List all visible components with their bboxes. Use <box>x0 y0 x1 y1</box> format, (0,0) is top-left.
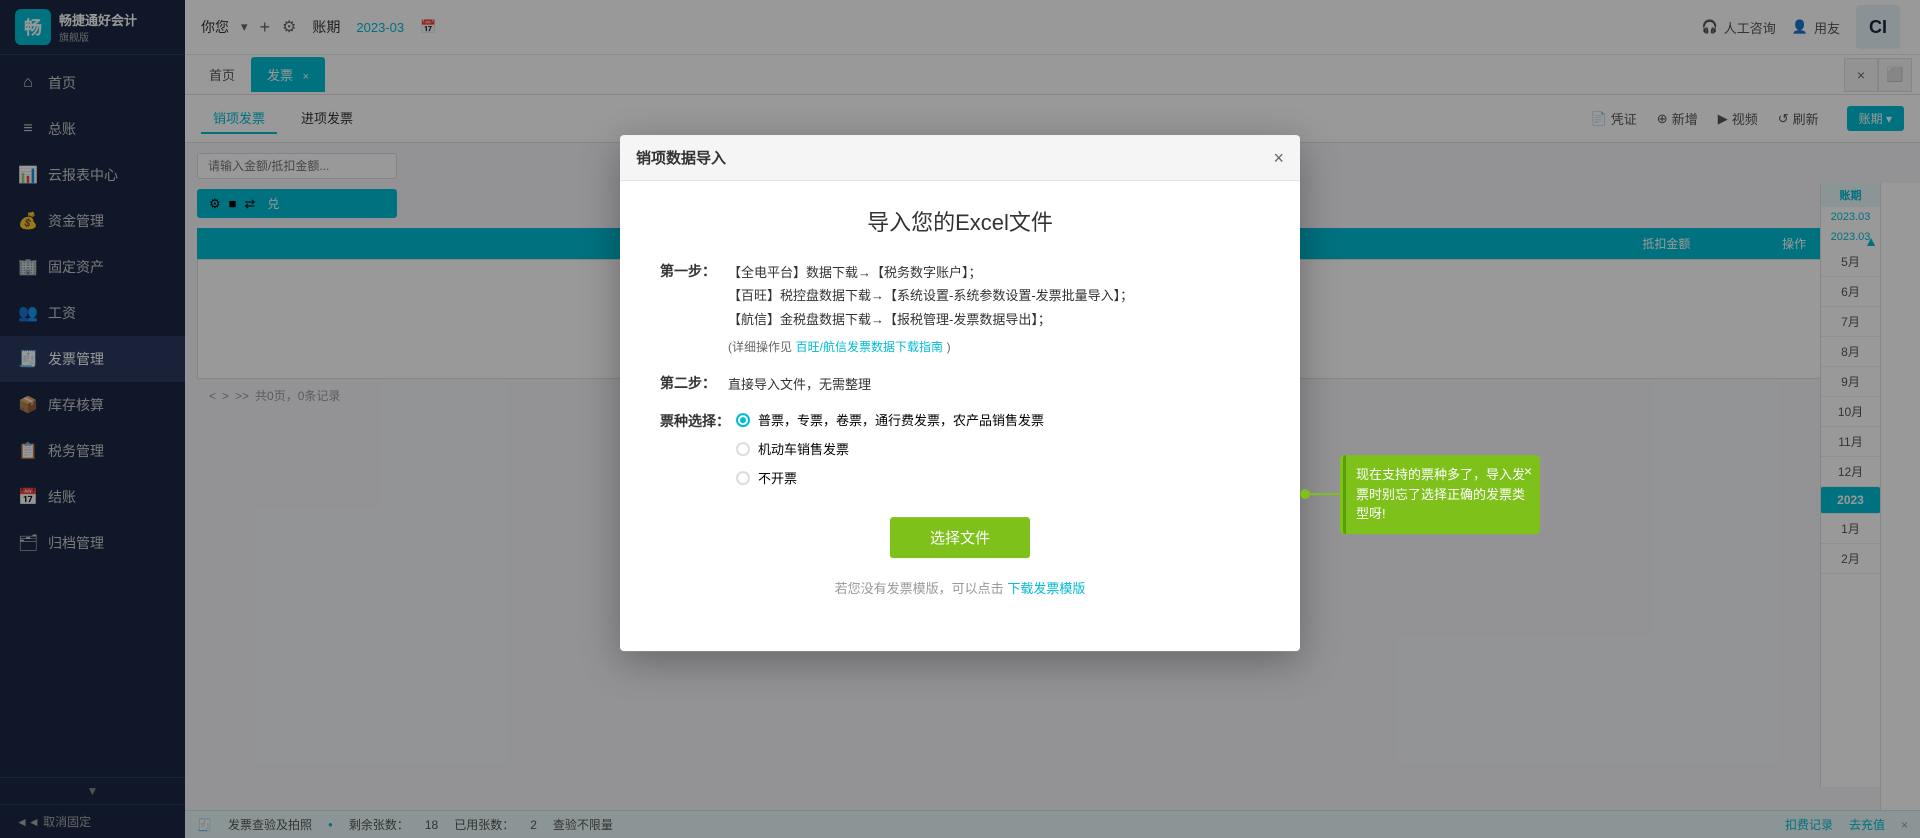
radio-3[interactable] <box>736 471 750 485</box>
radio-label-1: 普票，专票，卷票，通行费发票，农产品销售发票 <box>758 410 1044 429</box>
radio-row-3[interactable]: 不开票 <box>736 468 1044 487</box>
dialog-main-title: 导入您的Excel文件 <box>660 205 1260 237</box>
ticket-select: 票种选择： 普票，专票，卷票，通行费发票，农产品销售发票 机动车销售发票 不开票 <box>660 410 1260 497</box>
dialog-close-btn[interactable]: × <box>1273 149 1284 167</box>
step1-note-before: (详细操作见 <box>728 340 792 354</box>
radio-2[interactable] <box>736 442 750 456</box>
step1-line3: 【航信】金税盘数据下载→【报税管理-发票数据导出】； <box>728 308 1133 331</box>
step1-note: (详细操作见 百旺/航信发票数据下载指南 ) <box>728 335 1133 359</box>
step1-label: 第一步： <box>660 261 716 359</box>
download-template-link[interactable]: 下载发票模版 <box>1007 581 1085 596</box>
dialog-title: 销项数据导入 <box>636 147 726 168</box>
step2-content: 直接导入文件，无需整理 <box>728 373 871 396</box>
download-note: 若您没有发票模版，可以点击 下载发票模版 <box>660 578 1260 597</box>
dialog-body: 导入您的Excel文件 第一步： 【全电平台】数据下载→【税务数字账户】； 【百… <box>620 181 1300 621</box>
ticket-label: 票种选择： <box>660 410 730 431</box>
tooltip-bubble: × 现在支持的票种多了，导入发票时别忘了选择正确的发票类型呀! <box>1340 455 1540 534</box>
tooltip-text: 现在支持的票种多了，导入发票时别忘了选择正确的发票类型呀! <box>1356 467 1525 521</box>
step2-row: 第二步： 直接导入文件，无需整理 <box>660 373 1260 396</box>
dialog-header: 销项数据导入 × <box>620 135 1300 181</box>
step1-note-after: ) <box>947 340 951 354</box>
tooltip-close-btn[interactable]: × <box>1524 461 1532 482</box>
radio-label-2: 机动车销售发票 <box>758 439 849 458</box>
radio-1[interactable] <box>736 413 750 427</box>
radio-row-1[interactable]: 普票，专票，卷票，通行费发票，农产品销售发票 <box>736 410 1044 429</box>
step1-content: 【全电平台】数据下载→【税务数字账户】； 【百旺】税控盘数据下载→【系统设置-系… <box>728 261 1133 359</box>
tooltip-container: × 现在支持的票种多了，导入发票时别忘了选择正确的发票类型呀! <box>1300 455 1540 534</box>
step1-row: 第一步： 【全电平台】数据下载→【税务数字账户】； 【百旺】税控盘数据下载→【系… <box>660 261 1260 359</box>
tooltip-bar <box>1343 455 1346 534</box>
radio-row-2[interactable]: 机动车销售发票 <box>736 439 1044 458</box>
step1-line1: 【全电平台】数据下载→【税务数字账户】； <box>728 261 1133 284</box>
step1-line2: 【百旺】税控盘数据下载→【系统设置-系统参数设置-发票批量导入】； <box>728 285 1133 308</box>
tooltip-line <box>1310 493 1340 495</box>
radio-label-3: 不开票 <box>758 468 797 487</box>
step1-link[interactable]: 百旺/航信发票数据下载指南 <box>796 340 943 354</box>
select-file-btn[interactable]: 选择文件 <box>890 517 1030 558</box>
download-note-text: 若您没有发票模版，可以点击 <box>835 581 1004 596</box>
ticket-options: 普票，专票，卷票，通行费发票，农产品销售发票 机动车销售发票 不开票 <box>736 410 1044 497</box>
step2-label: 第二步： <box>660 373 716 396</box>
tooltip-dot <box>1300 489 1310 499</box>
import-dialog: 销项数据导入 × 导入您的Excel文件 第一步： 【全电平台】数据下载→【税务… <box>620 135 1300 651</box>
